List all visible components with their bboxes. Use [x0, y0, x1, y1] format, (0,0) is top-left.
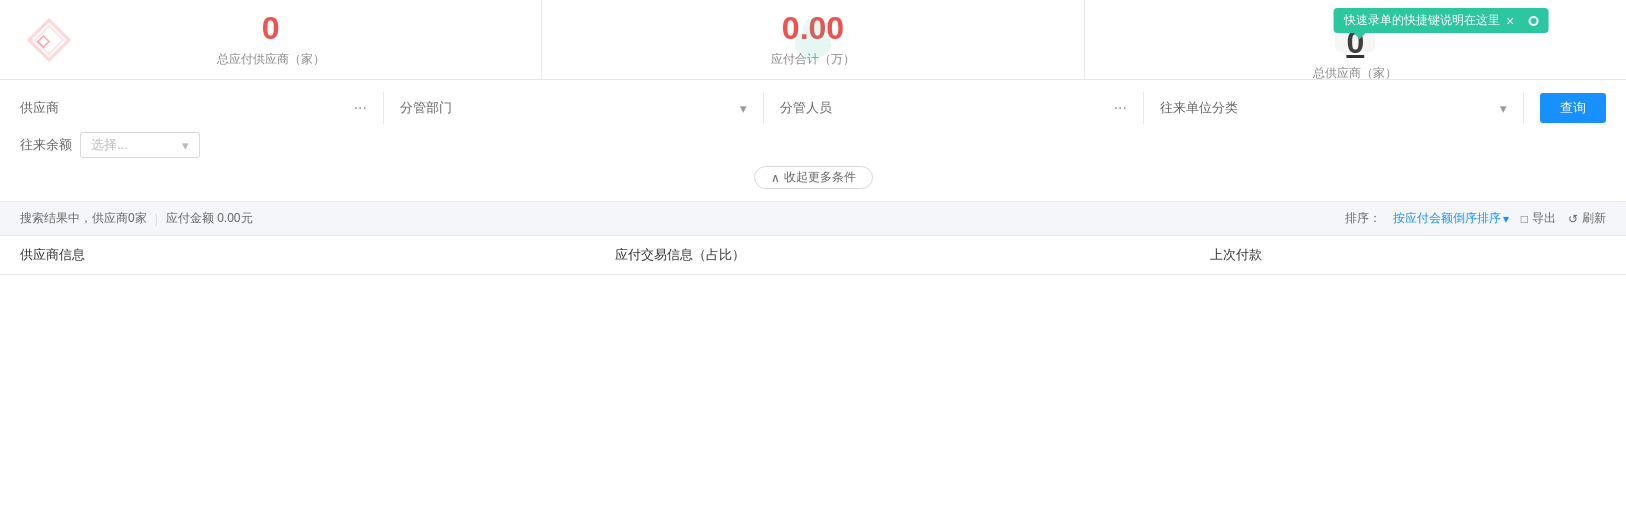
- refresh-label: 刷新: [1582, 210, 1606, 227]
- svg-point-5: [806, 51, 812, 61]
- filter-person: 分管人员 ···: [764, 92, 1144, 124]
- stat-payable-suppliers: ◇ 0 总应付供应商（家）: [0, 0, 542, 79]
- filter-supplier: 供应商 ···: [20, 92, 384, 124]
- table-container: 供应商信息 应付交易信息（占比） 上次付款: [0, 236, 1626, 515]
- stats-bar: ◇ 0 总应付供应商（家） 0.00 应付合计（万） 快速录单的快捷键说明在这里…: [0, 0, 1626, 80]
- svg-text:◇: ◇: [36, 32, 51, 49]
- collapse-label: 收起更多条件: [784, 169, 856, 186]
- col-payable-info: 应付交易信息（占比）: [615, 246, 1210, 264]
- result-divider: |: [155, 212, 158, 226]
- supplier-label: 供应商: [20, 99, 59, 117]
- balance-arrow: ▾: [182, 138, 189, 153]
- refresh-icon: ↺: [1568, 212, 1578, 226]
- balance-label: 往来余额: [20, 136, 72, 154]
- tooltip-text: 快速录单的快捷键说明在这里: [1344, 12, 1500, 29]
- total-suppliers-label: 总供应商（家）: [1313, 65, 1397, 82]
- col-supplier-info: 供应商信息: [20, 246, 615, 264]
- collapse-button[interactable]: ∧ 收起更多条件: [754, 166, 873, 189]
- person-input[interactable]: [840, 101, 1114, 116]
- sort-select[interactable]: 按应付会额倒序排序 ▾: [1393, 210, 1509, 227]
- result-amount: 应付金额 0.00元: [166, 210, 253, 227]
- sort-arrow: ▾: [1503, 212, 1509, 226]
- refresh-button[interactable]: ↺ 刷新: [1568, 210, 1606, 227]
- sort-label: 排序：: [1345, 210, 1381, 227]
- result-bar: 搜索结果中，供应商0家 | 应付金额 0.00元 排序： 按应付会额倒序排序 ▾…: [0, 202, 1626, 236]
- filter-unit-type: 往来单位分类 ▾: [1144, 92, 1524, 124]
- svg-point-6: [814, 51, 820, 61]
- unit-type-input[interactable]: [1246, 101, 1500, 116]
- dept-input[interactable]: [460, 101, 740, 116]
- result-summary: 搜索结果中，供应商0家: [20, 210, 147, 227]
- export-button[interactable]: □ 导出: [1521, 210, 1556, 227]
- filter-row-2: 往来余额 选择... ▾: [20, 132, 1606, 158]
- sort-option: 按应付会额倒序排序: [1393, 210, 1501, 227]
- balance-placeholder: 选择...: [91, 136, 128, 154]
- filter-dept: 分管部门 ▾: [384, 92, 764, 124]
- svg-point-4: [803, 18, 823, 38]
- stat-payable-total: 0.00 应付合计（万）: [542, 0, 1084, 79]
- unit-type-label: 往来单位分类: [1160, 99, 1238, 117]
- collapse-icon: ∧: [771, 171, 780, 185]
- supplier-dots[interactable]: ···: [354, 99, 367, 117]
- tooltip-close-button[interactable]: ×: [1506, 14, 1514, 28]
- collapse-bar: ∧ 收起更多条件: [20, 166, 1606, 189]
- col-last-payment: 上次付款: [1210, 246, 1607, 264]
- query-button[interactable]: 查询: [1540, 93, 1606, 123]
- piggy-icon: [783, 12, 843, 67]
- table-body: [0, 275, 1626, 515]
- svg-point-7: [804, 22, 812, 28]
- tooltip-bubble: 快速录单的快捷键说明在这里 ×: [1334, 8, 1548, 33]
- person-label: 分管人员: [780, 99, 832, 117]
- supplier-input[interactable]: [67, 101, 354, 116]
- filter-section: 供应商 ··· 分管部门 ▾ 分管人员 ··· 往来单位分类 ▾ 查询 往来余额…: [0, 80, 1626, 202]
- export-label: 导出: [1532, 210, 1556, 227]
- export-icon: □: [1521, 212, 1528, 226]
- tooltip-dot: [1528, 16, 1538, 26]
- payable-suppliers-label: 总应付供应商（家）: [217, 51, 325, 68]
- filter-row-1: 供应商 ··· 分管部门 ▾ 分管人员 ··· 往来单位分类 ▾ 查询: [20, 92, 1606, 124]
- dept-label: 分管部门: [400, 99, 452, 117]
- result-actions: 排序： 按应付会额倒序排序 ▾ □ 导出 ↺ 刷新: [1345, 210, 1606, 227]
- dept-arrow[interactable]: ▾: [740, 101, 747, 116]
- table-header: 供应商信息 应付交易信息（占比） 上次付款: [0, 236, 1626, 275]
- diamond-icon: ◇: [25, 16, 73, 64]
- balance-select[interactable]: 选择... ▾: [80, 132, 200, 158]
- stat-total-suppliers: 快速录单的快捷键说明在这里 × 0 总供应商（家）: [1085, 0, 1626, 79]
- payable-suppliers-number: 0: [262, 11, 280, 46]
- person-dots[interactable]: ···: [1114, 99, 1127, 117]
- unit-type-arrow[interactable]: ▾: [1500, 101, 1507, 116]
